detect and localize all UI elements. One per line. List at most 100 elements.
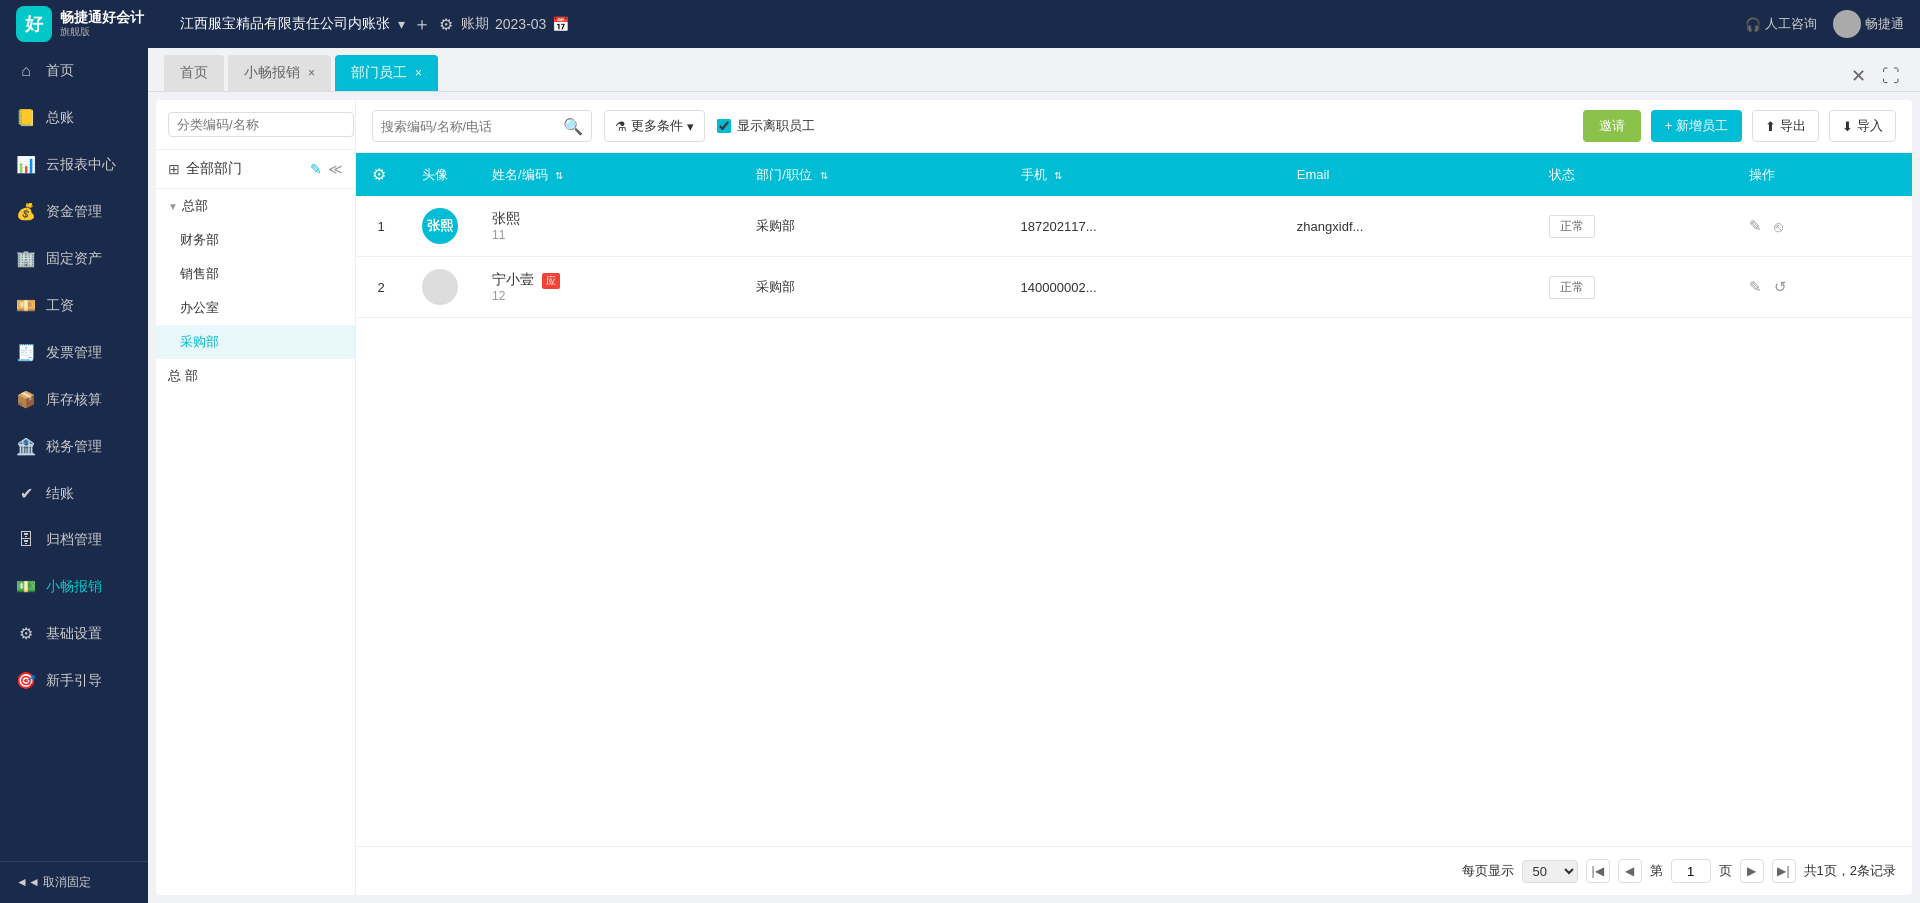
- sidebar-label-archive: 归档管理: [46, 531, 102, 549]
- sidebar-label-payroll: 工资: [46, 297, 74, 315]
- sidebar-item-settings[interactable]: ⚙ 基础设置: [0, 610, 148, 657]
- export-button[interactable]: ⬆ 导出: [1752, 110, 1819, 142]
- dept-node-headquarters[interactable]: ▼ 总部: [156, 189, 355, 223]
- import-button[interactable]: ⬇ 导入: [1829, 110, 1896, 142]
- dept-node-finance[interactable]: 财务部: [156, 223, 355, 257]
- sidebar-item-tax[interactable]: 🏦 税务管理: [0, 423, 148, 470]
- tab-expand-icon[interactable]: ⛶: [1878, 62, 1904, 91]
- ledger-icon: 📒: [16, 108, 36, 127]
- user-menu[interactable]: 畅捷通: [1833, 10, 1904, 38]
- calendar-icon[interactable]: 📅: [552, 16, 569, 32]
- export-label: 导出: [1780, 117, 1806, 135]
- dept-node-sales[interactable]: 销售部: [156, 257, 355, 291]
- support-button[interactable]: 🎧 人工咨询: [1745, 15, 1817, 33]
- dept-node-label: 销售部: [180, 265, 219, 283]
- th-phone[interactable]: 手机 ⇅: [1005, 153, 1281, 196]
- dept-node-office[interactable]: 办公室: [156, 291, 355, 325]
- table-row: 2 宁小壹 应: [356, 257, 1912, 318]
- th-email: Email: [1281, 153, 1533, 196]
- tab-dept[interactable]: 部门员工 ×: [335, 55, 438, 91]
- refresh-icon-2[interactable]: ↺: [1774, 278, 1787, 296]
- avatar-1: 张熙: [422, 208, 458, 244]
- sidebar-item-invoice[interactable]: 🧾 发票管理: [0, 329, 148, 376]
- sidebar-item-guide[interactable]: 🎯 新手引导: [0, 657, 148, 704]
- sidebar-label-settings: 基础设置: [46, 625, 102, 643]
- email-cell-1: zhangxidf...: [1281, 196, 1533, 257]
- main-layout: ⌂ 首页 📒 总账 📊 云报表中心 💰 资金管理 🏢 固定资产 💴 工资 🧾 发…: [0, 48, 1920, 903]
- add-employee-button[interactable]: + 新增员工: [1651, 110, 1742, 142]
- emp-search-input[interactable]: [381, 119, 563, 134]
- edit-icon-1[interactable]: ✎: [1749, 217, 1762, 235]
- sidebar-item-archive[interactable]: 🗄 归档管理: [0, 517, 148, 563]
- filter-button[interactable]: ⚗ 更多条件 ▾: [604, 110, 705, 142]
- close-period-icon: ✔: [16, 484, 36, 503]
- prev-page-btn[interactable]: ◀: [1618, 859, 1642, 883]
- emp-search-icon[interactable]: 🔍: [563, 117, 583, 136]
- unpin-button[interactable]: ◄◄ 取消固定: [0, 861, 148, 903]
- dept-search-input[interactable]: [168, 112, 354, 137]
- table-settings-icon[interactable]: ⚙: [372, 166, 386, 183]
- page-size-select[interactable]: 50 10 20 100: [1522, 860, 1578, 883]
- sidebar-item-home[interactable]: ⌂ 首页: [0, 48, 148, 94]
- status-cell-1: 正常: [1533, 196, 1733, 257]
- sidebar-item-inventory[interactable]: 📦 库存核算: [0, 376, 148, 423]
- sidebar-item-report[interactable]: 📊 云报表中心: [0, 141, 148, 188]
- dept-node-label: 财务部: [180, 231, 219, 249]
- th-name[interactable]: 姓名/编码 ⇅: [476, 153, 740, 196]
- content-area: 首页 小畅报销 × 部门员工 × ✕ ⛶ 🔍: [148, 48, 1920, 903]
- dropdown-icon[interactable]: ▾: [398, 16, 405, 32]
- tab-expense-close[interactable]: ×: [308, 66, 315, 80]
- dept-node-purchase[interactable]: 采购部: [156, 325, 355, 359]
- collapse-tree-icon[interactable]: ≪: [328, 161, 343, 177]
- sidebar-item-close[interactable]: ✔ 结账: [0, 470, 148, 517]
- header-company[interactable]: 江西服宝精品有限责任公司内账张 ▾ ＋ ⚙ 账期 2023-03 📅: [180, 12, 1745, 36]
- emp-name-1: 张熙: [492, 210, 724, 228]
- phone-cell-2: 140000002...: [1005, 257, 1281, 318]
- th-avatar: 头像: [406, 153, 476, 196]
- add-company-icon[interactable]: ＋: [413, 12, 431, 36]
- th-dept[interactable]: 部门/职位 ⇅: [740, 153, 1004, 196]
- show-resigned-checkbox[interactable]: [717, 119, 731, 133]
- next-page-btn[interactable]: ▶: [1740, 859, 1764, 883]
- filter-chevron-icon: ▾: [687, 119, 694, 134]
- header-settings-icon[interactable]: ⚙: [439, 15, 453, 34]
- settings-icon: ⚙: [16, 624, 36, 643]
- dept-node-general[interactable]: 总 部: [156, 359, 355, 393]
- page-content: 🔍 ⊞ 全部部门 ✎ ≪ ▼ 总部 财务部 销售部: [156, 100, 1912, 895]
- page-input[interactable]: [1671, 859, 1711, 883]
- edit-icon-2[interactable]: ✎: [1749, 278, 1762, 296]
- first-page-btn[interactable]: |◀: [1586, 859, 1610, 883]
- sidebar-item-payroll[interactable]: 💴 工资: [0, 282, 148, 329]
- tab-close-window-icon[interactable]: ✕: [1847, 61, 1870, 91]
- avatar-2: [422, 269, 458, 305]
- sidebar-item-expense[interactable]: 💵 小畅报销: [0, 563, 148, 610]
- action-cell-1: ✎ ⎋: [1733, 196, 1912, 257]
- tab-home[interactable]: 首页: [164, 55, 224, 91]
- name-cell-1: 张熙 11: [476, 196, 740, 257]
- sidebar-label-report: 云报表中心: [46, 156, 116, 174]
- dept-search-area: 🔍: [156, 100, 355, 150]
- dept-cell-1: 采购部: [740, 196, 1004, 257]
- logo-area: 好 畅捷通好会计 旗舰版: [16, 6, 164, 42]
- home-icon: ⌂: [16, 62, 36, 80]
- edit-dept-icon[interactable]: ✎: [310, 161, 322, 177]
- emp-code-1: 11: [492, 228, 724, 242]
- sidebar-label-inventory: 库存核算: [46, 391, 102, 409]
- invite-button[interactable]: 邀请: [1583, 110, 1641, 142]
- th-settings[interactable]: ⚙: [356, 153, 406, 196]
- report-icon: 📊: [16, 155, 36, 174]
- last-page-btn[interactable]: ▶|: [1772, 859, 1796, 883]
- pagination: 每页显示 50 10 20 100 |◀ ◀ 第 页 ▶ ▶| 共1页，2条记录: [356, 846, 1912, 895]
- tab-dept-close[interactable]: ×: [415, 66, 422, 80]
- logout-icon-1[interactable]: ⎋: [1774, 218, 1783, 235]
- sidebar-item-ledger[interactable]: 📒 总账: [0, 94, 148, 141]
- emp-search-wrap: 🔍: [372, 110, 592, 142]
- avatar-cell-2: [406, 257, 476, 318]
- sidebar-item-capital[interactable]: 💰 资金管理: [0, 188, 148, 235]
- sidebar-item-fixed[interactable]: 🏢 固定资产: [0, 235, 148, 282]
- page-size-label: 每页显示: [1462, 862, 1514, 880]
- tab-expense[interactable]: 小畅报销 ×: [228, 55, 331, 91]
- payroll-icon: 💴: [16, 296, 36, 315]
- expand-icon: ▼: [168, 201, 178, 212]
- show-resigned-label: 显示离职员工: [737, 117, 815, 135]
